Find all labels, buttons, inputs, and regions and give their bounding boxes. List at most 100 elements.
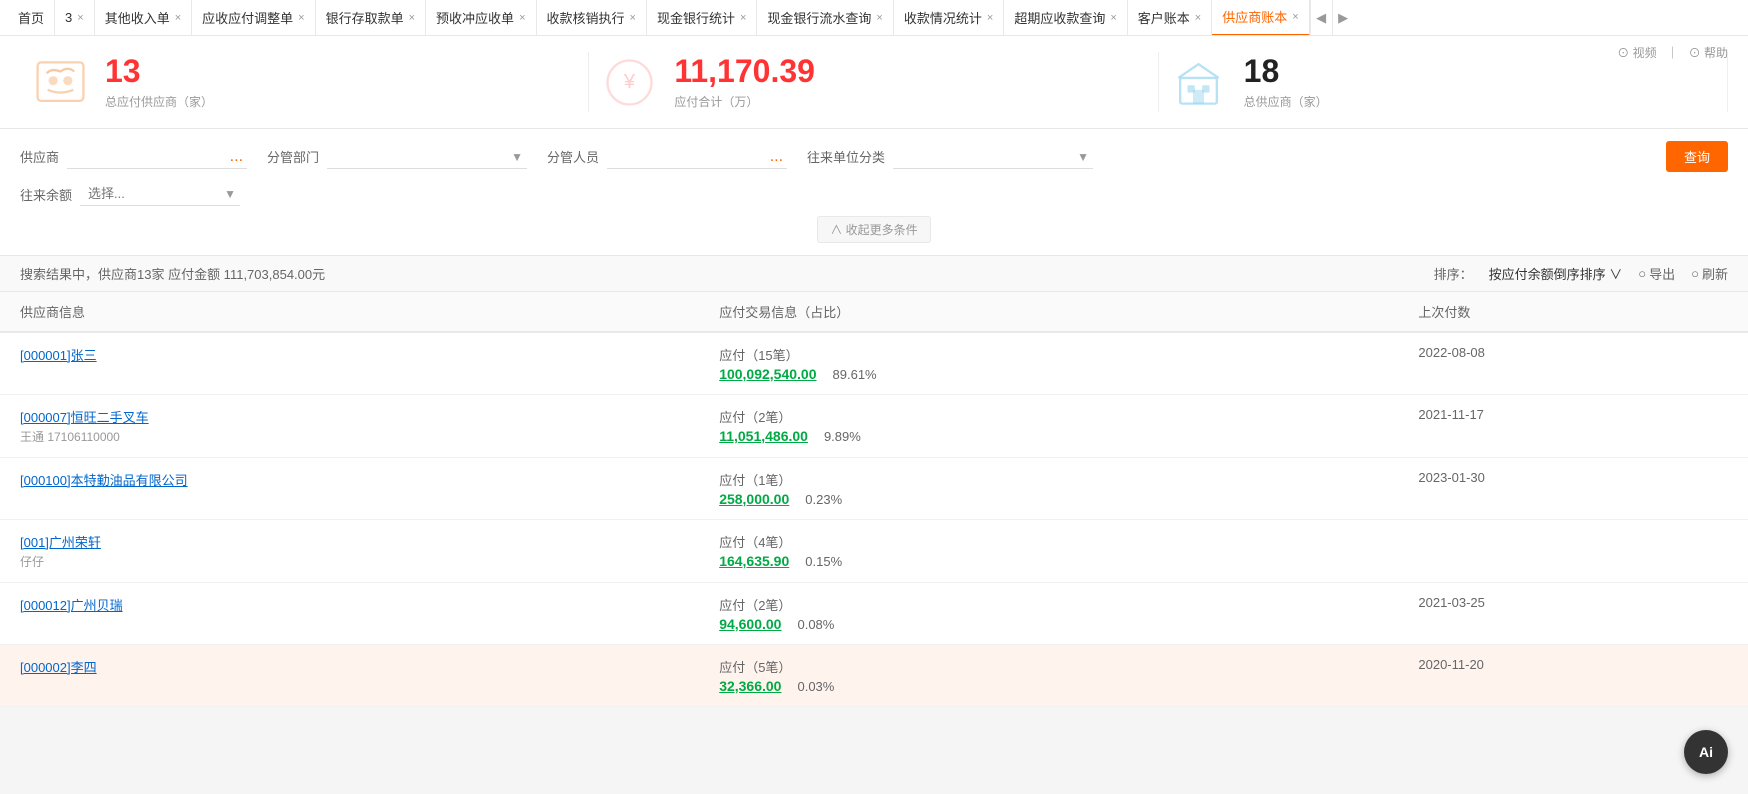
nav-tab-3-label: 3 xyxy=(65,10,72,25)
query-button[interactable]: 查询 xyxy=(1666,141,1728,172)
nav-tab-receipt-exec-close[interactable]: × xyxy=(630,12,636,24)
nav-tab-3[interactable]: 3 × xyxy=(55,0,95,36)
filter-category-input[interactable] xyxy=(893,145,1093,169)
nav-tab-collection-stat-close[interactable]: × xyxy=(987,12,993,24)
payable-amount-label: 应付合计（万） xyxy=(674,93,815,110)
nav-tab-cash-bank-stat-label: 现金银行统计 xyxy=(657,8,735,27)
collapse-filters-button[interactable]: ∧ 收起更多条件 xyxy=(817,216,930,243)
supplier-cell: [000001]张三 xyxy=(0,332,699,395)
sort-label: 排序： xyxy=(1434,264,1473,283)
nav-prev-arrow[interactable]: ◀ xyxy=(1310,0,1332,36)
nav-tab-cash-flow[interactable]: 现金银行流水查询 × xyxy=(757,0,893,36)
tx-label: 应付（2笔） xyxy=(719,407,1378,426)
filter-person-label: 分管人员 xyxy=(547,147,599,166)
nav-tab-other-income-close[interactable]: × xyxy=(175,12,181,24)
supplier-link[interactable]: [000100]本特勤油品有限公司 xyxy=(20,473,188,488)
col-lastpay-header: 上次付数 xyxy=(1398,292,1748,332)
nav-tab-ap-adjust-label: 应收应付调整单 xyxy=(202,8,293,27)
tx-label: 应付（4笔） xyxy=(719,532,1378,551)
nav-tab-cash-bank-stat[interactable]: 现金银行统计 × xyxy=(647,0,757,36)
payable-suppliers-icon xyxy=(30,52,90,112)
supplier-dots-icon[interactable]: ... xyxy=(230,148,243,166)
nav-tab-supplier-account-label: 供应商账本 xyxy=(1222,7,1287,26)
filter-dept-label: 分管部门 xyxy=(267,147,319,166)
tx-amount[interactable]: 258,000.00 xyxy=(719,491,789,507)
nav-tab-prepay-writeoff-label: 预收冲应收单 xyxy=(436,8,514,27)
export-button[interactable]: ○ 导出 xyxy=(1638,264,1675,283)
last-pay-cell xyxy=(1398,520,1748,583)
payable-suppliers-label: 总应付供应商（家） xyxy=(105,93,213,110)
filter-dept: 分管部门 ▼ xyxy=(267,145,527,169)
nav-tab-overdue-query[interactable]: 超期应收款查询 × xyxy=(1004,0,1127,36)
nav-tab-home[interactable]: 首页 xyxy=(8,0,55,36)
nav-tab-customer-account-label: 客户账本 xyxy=(1138,8,1190,27)
nav-tab-cash-bank-stat-close[interactable]: × xyxy=(740,12,746,24)
nav-tab-home-label: 首页 xyxy=(18,8,44,27)
tx-amount[interactable]: 100,092,540.00 xyxy=(719,366,816,382)
nav-tab-ap-adjust-close[interactable]: × xyxy=(298,12,304,24)
nav-tab-ap-adjust[interactable]: 应收应付调整单 × xyxy=(192,0,315,36)
nav-tab-receipt-exec[interactable]: 收款核销执行 × xyxy=(537,0,647,36)
filter-balance-input[interactable] xyxy=(80,182,240,206)
filter-balance-wrap: ▼ xyxy=(80,182,240,206)
tx-amount[interactable]: 94,600.00 xyxy=(719,616,781,632)
help-sep: ｜ xyxy=(1667,44,1679,61)
nav-tab-cash-flow-close[interactable]: × xyxy=(876,12,882,24)
nav-tab-supplier-account-close[interactable]: × xyxy=(1292,11,1298,23)
supplier-cell: [001]广州荣轩仔仔 xyxy=(0,520,699,583)
supplier-link[interactable]: [000002]李四 xyxy=(20,660,97,675)
nav-tab-customer-account-close[interactable]: × xyxy=(1195,12,1201,24)
supplier-link[interactable]: [000012]广州贝瑞 xyxy=(20,598,123,613)
nav-tab-collection-stat[interactable]: 收款情况统计 × xyxy=(894,0,1004,36)
top-navigation: 首页 3 × 其他收入单 × 应收应付调整单 × 银行存取款单 × 预收冲应收单… xyxy=(0,0,1748,36)
supplier-cell: [000100]本特勤油品有限公司 xyxy=(0,458,699,520)
nav-next-arrow[interactable]: ▶ xyxy=(1332,0,1354,36)
filter-person: 分管人员 ... xyxy=(547,145,787,169)
nav-tab-prepay-writeoff-close[interactable]: × xyxy=(519,12,525,24)
nav-tab-other-income[interactable]: 其他收入单 × xyxy=(95,0,192,36)
tx-cell: 应付（4笔）164,635.900.15% xyxy=(699,520,1398,583)
supplier-link[interactable]: [000007]恒旺二手叉车 xyxy=(20,410,149,425)
last-pay-cell: 2022-08-08 xyxy=(1398,332,1748,395)
tx-label: 应付（1笔） xyxy=(719,470,1378,489)
nav-tab-customer-account[interactable]: 客户账本 × xyxy=(1128,0,1212,36)
nav-tab-other-income-label: 其他收入单 xyxy=(105,8,170,27)
nav-tab-supplier-account[interactable]: 供应商账本 × xyxy=(1212,0,1309,36)
last-pay-cell: 2020-11-20 xyxy=(1398,645,1748,707)
supplier-cell: [000002]李四 xyxy=(0,645,699,707)
summary-bar: 13 总应付供应商（家） ¥ 11,170.39 应付合计（万） xyxy=(0,36,1748,129)
refresh-button[interactable]: ○ 刷新 xyxy=(1691,264,1728,283)
total-suppliers-number: 18 xyxy=(1244,54,1328,89)
filter-supplier-input[interactable] xyxy=(67,145,247,169)
person-dots-icon[interactable]: ... xyxy=(770,148,783,166)
nav-tab-bank-deposit-close[interactable]: × xyxy=(409,12,415,24)
nav-tab-bank-deposit[interactable]: 银行存取款单 × xyxy=(316,0,426,36)
filter-person-input[interactable] xyxy=(607,145,787,169)
nav-tab-overdue-query-close[interactable]: × xyxy=(1110,12,1116,24)
filter-person-wrap: ... xyxy=(607,145,787,169)
video-help-link[interactable]: ⊙ 视频 xyxy=(1617,44,1656,61)
export-label: 导出 xyxy=(1649,264,1675,283)
tx-percent: 0.23% xyxy=(805,492,842,507)
payable-suppliers-content: 13 总应付供应商（家） xyxy=(105,54,213,109)
tx-amount[interactable]: 164,635.90 xyxy=(719,553,789,569)
ai-assistant-button[interactable]: Ai xyxy=(1684,730,1728,774)
sort-select[interactable]: 按应付余额倒序排序 ∨ xyxy=(1489,264,1623,283)
tx-amount[interactable]: 32,366.00 xyxy=(719,678,781,694)
filter-row-1: 供应商 ... 分管部门 ▼ 分管人员 ... 往来单位分类 xyxy=(20,141,1728,172)
col-supplier-header: 供应商信息 xyxy=(0,292,699,332)
nav-tab-3-close[interactable]: × xyxy=(77,12,83,24)
tx-amount[interactable]: 11,051,486.00 xyxy=(719,428,808,444)
supplier-link[interactable]: [000001]张三 xyxy=(20,348,97,363)
help-link[interactable]: ⊙ 帮助 xyxy=(1689,44,1728,61)
nav-tab-receipt-exec-label: 收款核销执行 xyxy=(547,8,625,27)
filter-dept-input[interactable] xyxy=(327,145,527,169)
supplier-link[interactable]: [001]广州荣轩 xyxy=(20,535,101,550)
payable-amount-number: 11,170.39 xyxy=(674,54,815,89)
summary-total-payable-amount: ¥ 11,170.39 应付合计（万） xyxy=(589,52,1158,112)
total-suppliers-label: 总供应商（家） xyxy=(1244,93,1328,110)
nav-tab-prepay-writeoff[interactable]: 预收冲应收单 × xyxy=(426,0,536,36)
table-row: [000001]张三应付（15笔）100,092,540.0089.61%202… xyxy=(0,332,1748,395)
table-row: [001]广州荣轩仔仔应付（4笔）164,635.900.15% xyxy=(0,520,1748,583)
supplier-table-container: 供应商信息 应付交易信息（占比） 上次付数 [000001]张三应付（15笔）1… xyxy=(0,292,1748,707)
